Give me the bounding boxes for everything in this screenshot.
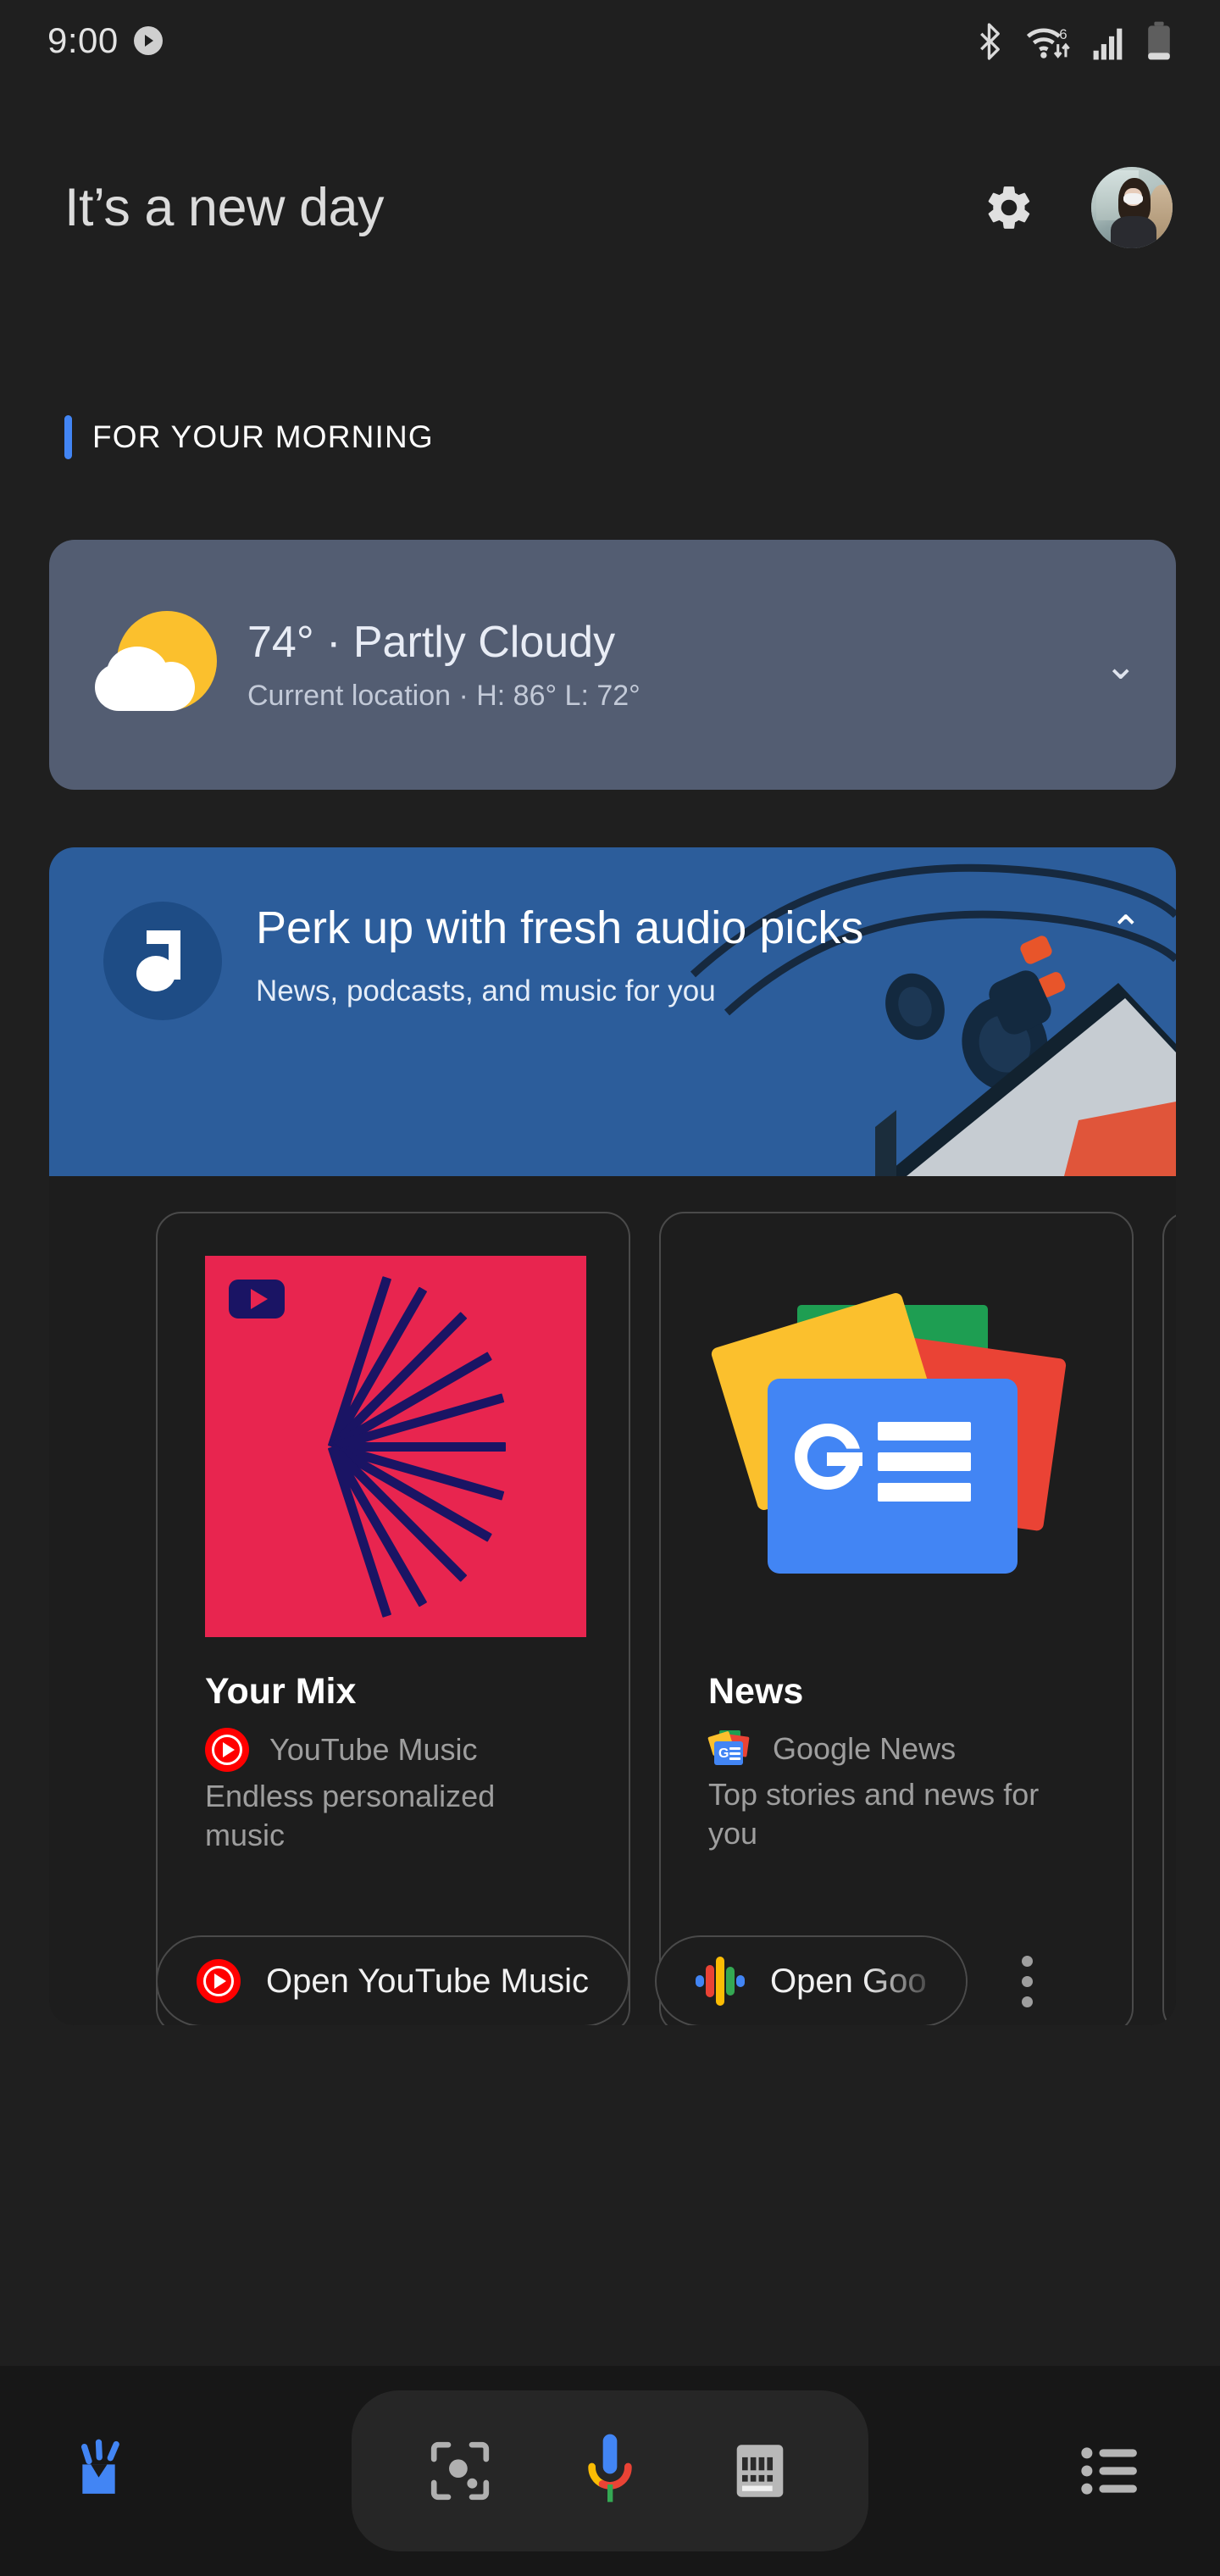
audio-cards-carousel[interactable]: Your Mix YouTube Music Endless personali… xyxy=(49,1212,1176,2025)
keyboard-icon[interactable] xyxy=(724,2435,796,2507)
open-youtube-music-label: Open YouTube Music xyxy=(266,1962,589,2000)
youtube-music-icon xyxy=(197,1959,241,2003)
youtube-badge-icon xyxy=(229,1280,285,1319)
weather-text: 74° · Partly Cloudy Current location · H… xyxy=(247,617,1104,713)
record-circle-icon xyxy=(133,26,163,55)
chevron-down-icon[interactable]: ⌄ xyxy=(1104,646,1137,685)
media-card-your-mix[interactable]: Your Mix YouTube Music Endless personali… xyxy=(156,1212,630,2025)
open-google-podcasts-button[interactable]: Open Goo xyxy=(655,1935,968,2025)
page-title: It’s a new day xyxy=(64,178,385,237)
list-menu-icon[interactable] xyxy=(1073,2432,1151,2510)
discover-hand-icon[interactable] xyxy=(69,2432,147,2510)
audio-banner-subtitle: News, podcasts, and music for you xyxy=(256,974,716,1008)
section-title: FOR YOUR MORNING xyxy=(92,419,434,454)
open-youtube-music-button[interactable]: Open YouTube Music xyxy=(156,1935,629,2025)
media-card-source: G Google News xyxy=(707,1728,1084,1770)
google-news-icon: G xyxy=(707,1728,752,1770)
google-lens-icon[interactable] xyxy=(424,2435,496,2507)
chevron-up-icon[interactable]: ⌃ xyxy=(1109,910,1142,949)
media-card-source: YouTube Music xyxy=(205,1728,581,1772)
app-header: It’s a new day xyxy=(0,144,1220,271)
media-card-description: Top stories and news for you xyxy=(708,1777,1040,1852)
music-note-icon xyxy=(103,902,222,1020)
media-card-news[interactable]: News G Google News Top stories and news … xyxy=(659,1212,1134,2025)
audio-banner-title: Perk up with fresh audio picks xyxy=(256,902,864,953)
weather-temperature-condition: 74° · Partly Cloudy xyxy=(247,618,616,667)
assistant-search-pill xyxy=(352,2390,868,2551)
cellular-signal-icon xyxy=(1093,28,1123,60)
svg-text:6: 6 xyxy=(1059,26,1067,42)
avatar[interactable] xyxy=(1091,167,1173,248)
wifi-6-icon: 6 xyxy=(1026,26,1070,58)
media-card-title: News xyxy=(708,1671,804,1712)
gear-icon[interactable] xyxy=(983,181,1035,234)
battery-icon xyxy=(1148,21,1170,60)
status-bar: 9:00 6 xyxy=(0,0,1220,81)
bluetooth-icon xyxy=(980,23,1000,60)
kebab-menu-icon[interactable] xyxy=(998,1955,1057,2007)
youtube-music-icon xyxy=(205,1728,249,1772)
bottom-navigation-bar xyxy=(0,2366,1220,2576)
section-accent-bar xyxy=(64,415,72,459)
your-mix-artwork xyxy=(205,1256,586,1637)
audio-banner-row: Perk up with fresh audio picks News, pod… xyxy=(49,847,1176,1020)
section-header: FOR YOUR MORNING xyxy=(64,415,434,459)
media-card-clipped[interactable]: E f T 2 xyxy=(1162,1212,1176,2025)
status-bar-clock: 9:00 xyxy=(47,20,119,60)
google-news-artwork xyxy=(708,1256,1090,1637)
google-assistant-mic-icon[interactable] xyxy=(574,2429,646,2513)
partly-cloudy-icon xyxy=(95,604,217,726)
google-podcasts-icon xyxy=(696,1957,745,2006)
media-card-source-name: Google News xyxy=(773,1731,957,1766)
audio-banner-text: Perk up with fresh audio picks News, pod… xyxy=(256,902,1109,1008)
audio-picks-card: Perk up with fresh audio picks News, pod… xyxy=(49,847,1176,2025)
status-bar-left: 9:00 xyxy=(47,20,163,61)
weather-details: Current location · H: 86° L: 72° xyxy=(247,680,640,712)
weather-card[interactable]: 74° · Partly Cloudy Current location · H… xyxy=(49,540,1176,790)
audio-banner[interactable]: Perk up with fresh audio picks News, pod… xyxy=(49,847,1176,1176)
header-actions xyxy=(983,167,1173,248)
media-card-description: Endless personalized music xyxy=(205,1779,496,1853)
status-bar-right: 6 xyxy=(974,20,1173,61)
media-card-source-name: YouTube Music xyxy=(269,1732,478,1767)
label-fade-mask xyxy=(863,1937,966,2025)
audio-action-row: Open YouTube Music Open Goo xyxy=(49,1930,1176,2025)
media-card-title: Your Mix xyxy=(205,1671,357,1712)
